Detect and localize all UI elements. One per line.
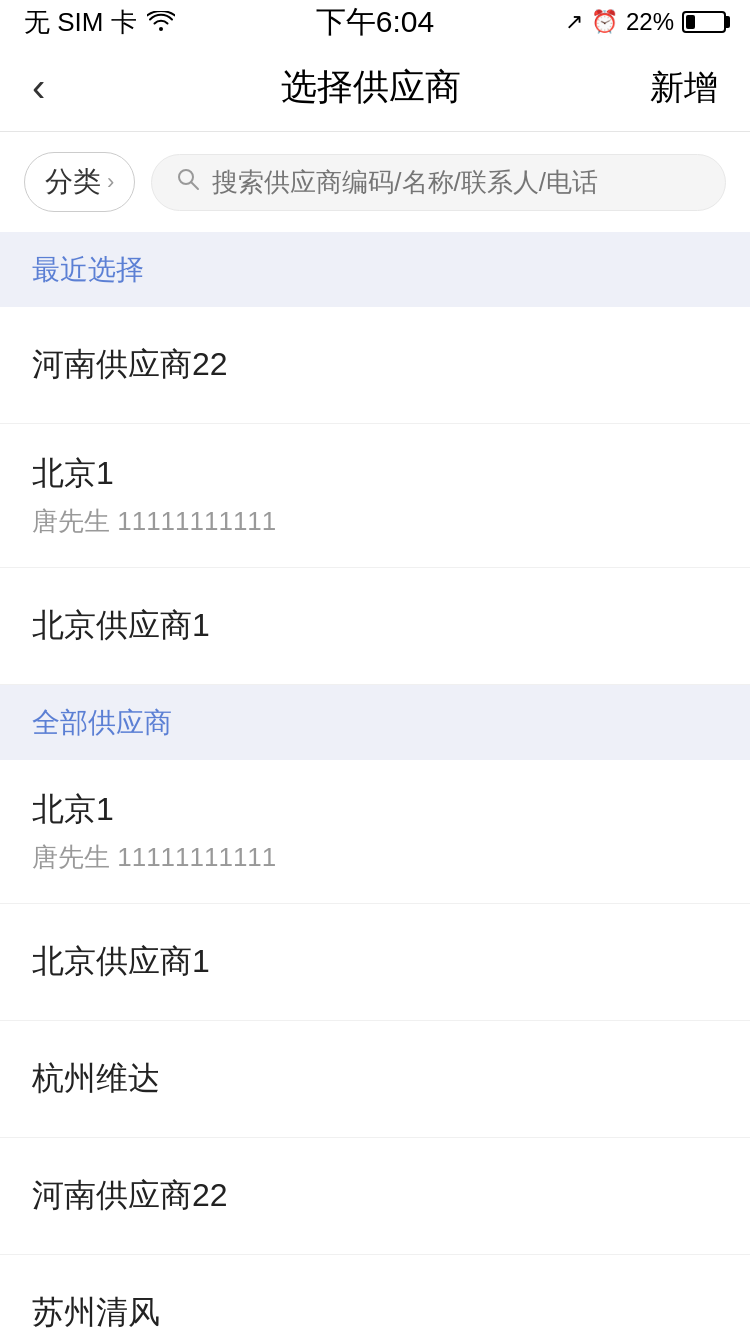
supplier-name: 杭州维达 [32,1057,718,1101]
all-items-list: 北京1 唐先生 11111111111 北京供应商1 杭州维达河南供应商22 苏州清风 [0,760,750,1334]
supplier-name: 北京供应商1 [32,604,718,648]
recent-items-list: 河南供应商22 北京1 唐先生 11111111111 北京供应商1 [0,307,750,685]
all-section-header: 全部供应商 [0,685,750,760]
status-bar: 无 SIM 卡 下午6:04 ↗ ⏰ 22% [0,0,750,44]
battery-icon [682,11,726,33]
search-input[interactable] [212,167,701,198]
location-icon: ↗ [565,9,583,35]
category-button[interactable]: 分类 › [24,152,135,212]
list-item[interactable]: 北京供应商1 [0,568,750,685]
status-time: 下午6:04 [316,2,434,43]
supplier-name: 苏州清风 [32,1291,718,1334]
status-left: 无 SIM 卡 [24,5,175,40]
supplier-name: 北京1 [32,452,718,496]
chevron-right-icon: › [107,169,114,195]
no-sim-text: 无 SIM 卡 [24,5,137,40]
page-title: 选择供应商 [92,63,650,112]
list-item[interactable]: 杭州维达 [0,1021,750,1138]
wifi-icon [147,7,175,38]
search-icon [176,167,200,198]
all-section-label: 全部供应商 [32,707,172,738]
back-button[interactable]: ‹ [32,65,92,110]
recent-section-header: 最近选择 [0,232,750,307]
supplier-name: 北京1 [32,788,718,832]
supplier-sub: 唐先生 11111111111 [32,504,718,539]
search-area: 分类 › [0,132,750,232]
add-button[interactable]: 新增 [650,65,718,111]
list-item[interactable]: 北京供应商1 [0,904,750,1021]
svg-line-1 [191,182,198,189]
list-item[interactable]: 河南供应商22 [0,307,750,424]
nav-bar: ‹ 选择供应商 新增 [0,44,750,132]
list-item[interactable]: 河南供应商22 [0,1138,750,1255]
recent-section-label: 最近选择 [32,254,144,285]
alarm-icon: ⏰ [591,9,618,35]
supplier-name: 北京供应商1 [32,940,718,984]
list-item[interactable]: 苏州清风 [0,1255,750,1334]
category-label: 分类 [45,163,101,201]
list-item[interactable]: 北京1 唐先生 11111111111 [0,424,750,568]
supplier-name: 河南供应商22 [32,1174,718,1218]
list-item[interactable]: 北京1 唐先生 11111111111 [0,760,750,904]
supplier-sub: 唐先生 11111111111 [32,840,718,875]
search-box [151,154,726,211]
supplier-name: 河南供应商22 [32,343,718,387]
status-right: ↗ ⏰ 22% [565,8,726,36]
battery-percent: 22% [626,8,674,36]
